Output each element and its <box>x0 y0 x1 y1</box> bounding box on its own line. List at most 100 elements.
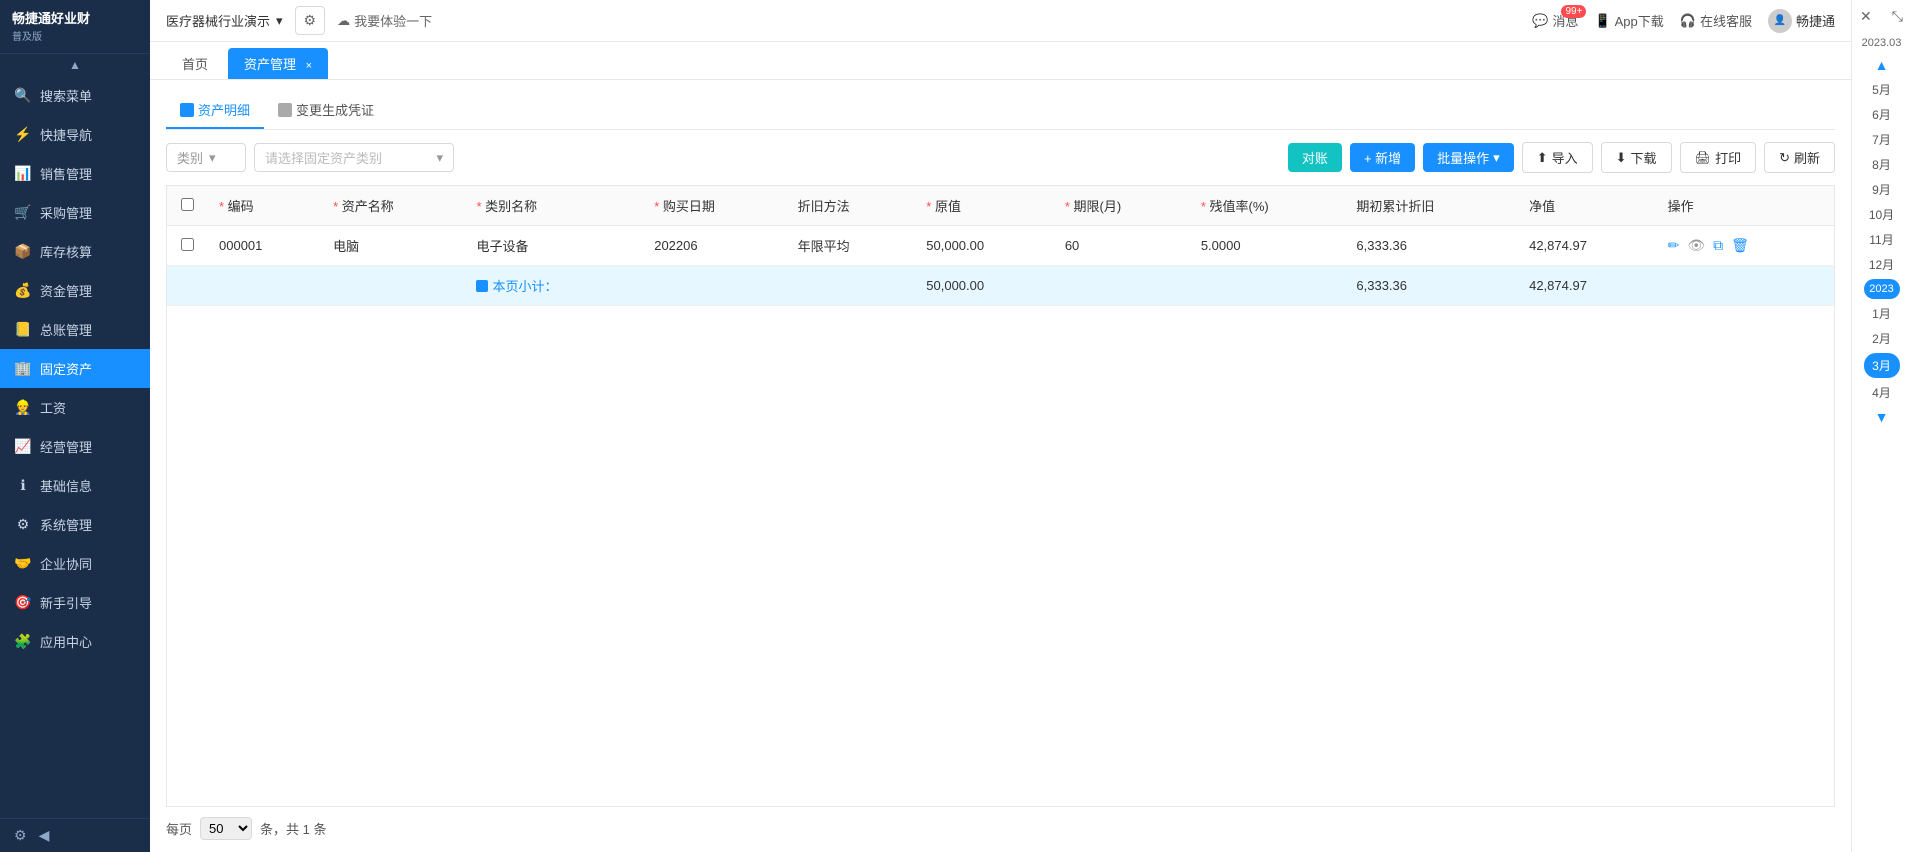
batch-button[interactable]: 批量操作 ▾ <box>1423 143 1514 172</box>
print-button[interactable]: 🖨 打印 <box>1680 142 1757 173</box>
mobile-icon: 📱 <box>1594 13 1610 29</box>
import-button[interactable]: ⬆ 导入 <box>1522 142 1593 173</box>
toolbar-left: 类别 ▾ 请选择固定资产类别 ▾ <box>166 143 1280 172</box>
page-tabs: 首页 资产管理 × <box>150 42 1851 80</box>
sidebar-item-ledger[interactable]: 📒 总账管理 <box>0 310 150 349</box>
purchase-icon: 🛒 <box>14 204 32 221</box>
subtab-asset-detail[interactable]: 资产明细 <box>166 92 264 129</box>
month-3-current[interactable]: 3月 <box>1864 353 1900 378</box>
app-download-link[interactable]: 📱 App下载 <box>1594 11 1663 30</box>
settings-bottom-icon[interactable]: ⚙ <box>14 827 27 844</box>
tab-home[interactable]: 首页 <box>166 48 224 79</box>
month-7[interactable]: 7月 <box>1852 127 1911 152</box>
month-12[interactable]: 12月 <box>1852 252 1911 277</box>
copy-icon[interactable]: ⧉ <box>1713 237 1723 254</box>
username: 畅捷通 <box>1796 11 1835 30</box>
select-all-checkbox[interactable] <box>181 198 194 211</box>
sidebar-item-apps[interactable]: 🧩 应用中心 <box>0 622 150 661</box>
sidebar-item-guide[interactable]: 🎯 新手引导 <box>0 583 150 622</box>
sidebar-scroll-up[interactable]: ▲ <box>0 54 150 76</box>
action-icons: ✏ 👁 ⧉ 🗑 <box>1668 237 1822 254</box>
sidebar-item-business[interactable]: 📈 经营管理 <box>0 427 150 466</box>
company-dropdown-icon: ▾ <box>276 13 283 29</box>
message-badge[interactable]: 💬 消息 99+ <box>1532 11 1578 30</box>
month-5[interactable]: 5月 <box>1852 77 1911 102</box>
month-2[interactable]: 2月 <box>1852 326 1911 351</box>
row-checkbox[interactable] <box>181 238 194 251</box>
subtotal-label: 本页小计： <box>476 276 630 295</box>
new-button[interactable]: + 新增 <box>1350 143 1415 172</box>
edit-icon[interactable]: ✏ <box>1668 237 1680 254</box>
cell-category: 电子设备 <box>464 226 642 266</box>
sidebar-item-payroll[interactable]: 👷 工资 <box>0 388 150 427</box>
sidebar-item-enterprise[interactable]: 🤝 企业协同 <box>0 544 150 583</box>
month-8[interactable]: 8月 <box>1852 152 1911 177</box>
subtotal-icon <box>476 280 488 292</box>
sidebar-item-inventory[interactable]: 📦 库存核算 <box>0 232 150 271</box>
sidebar-item-purchase[interactable]: 🛒 采购管理 <box>0 193 150 232</box>
download-icon: ⬇ <box>1616 150 1627 166</box>
service-icon: 🎧 <box>1680 13 1696 29</box>
col-category: 类别名称 <box>464 186 642 226</box>
feedback-button[interactable]: ☁ 我要体验一下 <box>337 11 432 30</box>
month-scroll-up[interactable]: ▲ <box>1875 53 1889 77</box>
category-selector[interactable]: 请选择固定资产类别 ▾ <box>254 143 454 172</box>
tab-asset-management[interactable]: 资产管理 × <box>228 48 328 79</box>
sidebar-item-sales[interactable]: 📊 销售管理 <box>0 154 150 193</box>
category-filter-label[interactable]: 类别 ▾ <box>166 143 246 172</box>
month-9[interactable]: 9月 <box>1852 177 1911 202</box>
subtotal-row: 本页小计： 50,000.00 6,333.36 42,874.97 <box>167 266 1834 306</box>
subtab-voucher[interactable]: 变更生成凭证 <box>264 92 388 129</box>
sidebar-item-search[interactable]: 🔍 搜索菜单 <box>0 76 150 115</box>
sidebar-item-funds[interactable]: 💰 资金管理 <box>0 271 150 310</box>
col-purchase-date: 购买日期 <box>642 186 785 226</box>
system-icon: ⚙ <box>14 516 32 533</box>
tab-close-icon[interactable]: × <box>306 60 312 72</box>
sidebar-item-system[interactable]: ⚙ 系统管理 <box>0 505 150 544</box>
company-selector[interactable]: 医疗器械行业演示 ▾ <box>166 11 283 30</box>
per-page-select[interactable]: 50 100 200 <box>200 817 252 840</box>
asset-table: 编码 资产名称 类别名称 购买日期 折旧方法 原值 期限(月) 残值率(%) 期… <box>166 185 1835 807</box>
funds-icon: 💰 <box>14 282 32 299</box>
subtotal-empty-period <box>1053 266 1189 306</box>
import-icon: ⬆ <box>1537 150 1548 166</box>
delete-icon[interactable]: 🗑 <box>1731 237 1749 254</box>
table-row: 000001 电脑 电子设备 202206 年限平均 50,000.00 60 … <box>167 226 1834 266</box>
cell-original-value: 50,000.00 <box>914 226 1053 266</box>
sidebar-item-quick-nav[interactable]: ⚡ 快捷导航 <box>0 115 150 154</box>
month-4[interactable]: 4月 <box>1852 380 1911 405</box>
enterprise-icon: 🤝 <box>14 555 32 572</box>
sidebar-collapse-icon[interactable]: ◀ <box>39 827 50 844</box>
basic-info-icon: ℹ <box>14 477 32 494</box>
subtotal-label-cell: 本页小计： <box>464 266 642 306</box>
sidebar-item-fixed-assets[interactable]: 🏢 固定资产 <box>0 349 150 388</box>
online-service-link[interactable]: 🎧 在线客服 <box>1680 11 1752 30</box>
subtotal-empty-name <box>321 266 464 306</box>
refresh-button[interactable]: ↻ 刷新 <box>1764 142 1835 173</box>
month-1[interactable]: 1月 <box>1852 301 1911 326</box>
avatar: 👤 <box>1768 9 1792 33</box>
right-panel-close-icon[interactable]: ✕ <box>1860 8 1872 29</box>
month-6[interactable]: 6月 <box>1852 102 1911 127</box>
settings-button[interactable]: ⚙ <box>295 6 326 35</box>
col-action: 操作 <box>1656 186 1834 226</box>
month-scroll-down[interactable]: ▼ <box>1875 405 1889 429</box>
right-panel-expand-icon[interactable]: ⤡ <box>1892 8 1903 25</box>
download-button[interactable]: ⬇ 下载 <box>1601 142 1672 173</box>
reconcile-button[interactable]: 对账 <box>1288 143 1342 172</box>
fixed-assets-icon: 🏢 <box>14 360 32 377</box>
year-label: 2023.03 <box>1862 37 1902 49</box>
month-10[interactable]: 10月 <box>1852 202 1911 227</box>
asset-detail-icon <box>180 103 194 117</box>
col-name: 资产名称 <box>321 186 464 226</box>
view-icon[interactable]: 👁 <box>1687 237 1705 254</box>
quick-nav-icon: ⚡ <box>14 126 32 143</box>
message-count: 99+ <box>1561 5 1586 18</box>
user-menu[interactable]: 👤 畅捷通 <box>1768 9 1835 33</box>
month-11[interactable]: 11月 <box>1852 227 1911 252</box>
col-depreciation-method: 折旧方法 <box>786 186 915 226</box>
filter-dropdown-icon: ▾ <box>209 150 216 166</box>
toolbar: 类别 ▾ 请选择固定资产类别 ▾ 对账 + 新增 批量操作 ▾ <box>166 142 1835 173</box>
sidebar-item-basic-info[interactable]: ℹ 基础信息 <box>0 466 150 505</box>
cell-code: 000001 <box>207 226 321 266</box>
